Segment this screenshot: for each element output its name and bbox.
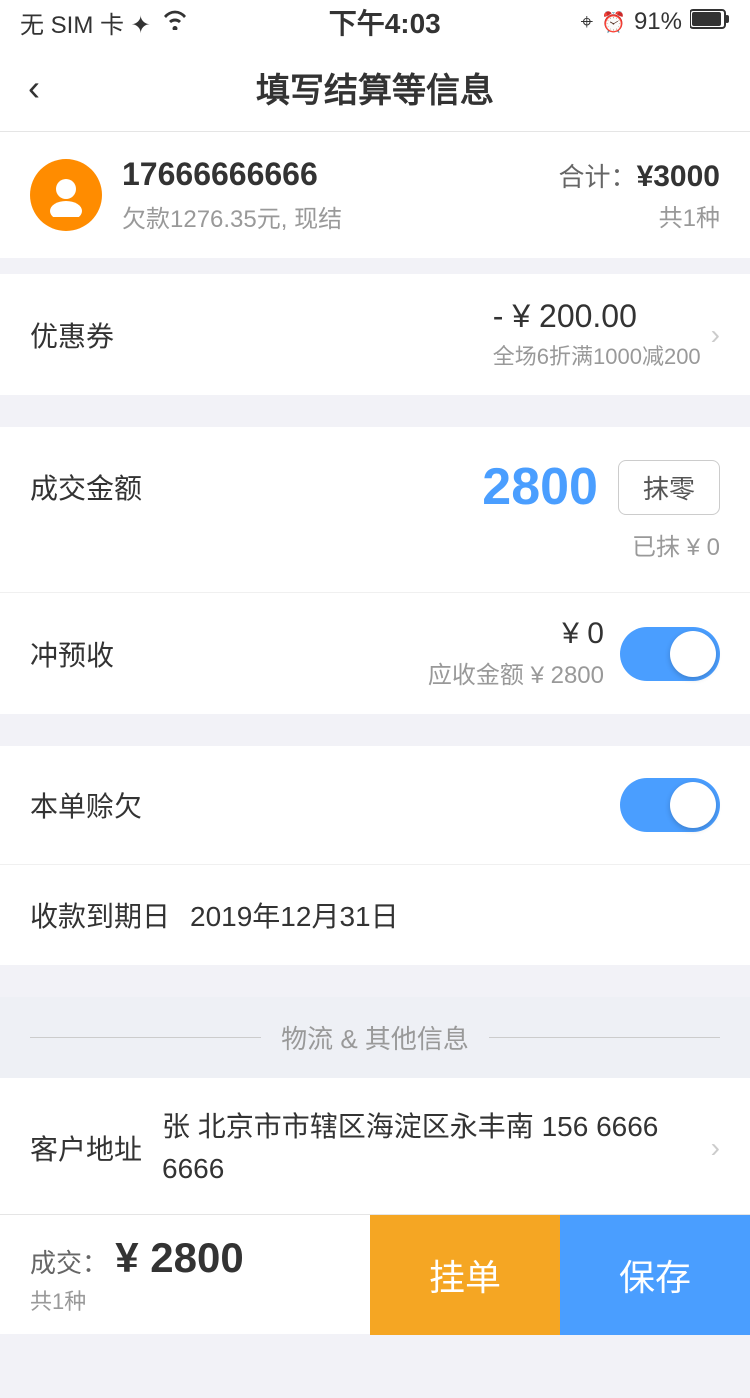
section-divider-1	[0, 411, 750, 427]
section-divider-3	[0, 965, 750, 981]
customer-info: 17666666666 欠款1276.35元, 现结	[122, 156, 342, 234]
amount-section: 成交金额 2800 抹零 已抹 ¥ 0	[0, 427, 750, 592]
logistics-line-right	[489, 1037, 720, 1038]
back-button[interactable]: ‹	[28, 67, 40, 109]
debt-label: 本单赊欠	[30, 785, 142, 825]
customer-phone: 17666666666	[122, 156, 342, 193]
round-button[interactable]: 抹零	[618, 460, 720, 515]
coupon-discount: - ¥ 200.00	[493, 298, 701, 335]
amount-label: 成交金额	[30, 467, 142, 507]
alarm-icon: ⏰	[601, 10, 626, 35]
footer-deal-label: 成交： ¥ 2800	[30, 1234, 340, 1282]
logistics-header: 物流 & 其他信息	[0, 997, 750, 1078]
debt-row: 本单赊欠	[0, 746, 750, 864]
content: 17666666666 欠款1276.35元, 现结 合计：¥3000 共1种 …	[0, 132, 750, 1398]
footer-count: 共1种	[30, 1284, 340, 1316]
amount-right: 2800 抹零	[482, 457, 720, 517]
battery-text: 91%	[634, 8, 682, 36]
debt-toggle[interactable]	[620, 778, 720, 832]
status-left: 无 SIM 卡 ✦	[20, 5, 189, 40]
address-label: 客户地址	[30, 1128, 142, 1168]
total-label: 合计：¥3000	[559, 157, 720, 194]
coupon-row[interactable]: 优惠券 - ¥ 200.00 全场6折满1000减200 ›	[0, 274, 750, 395]
address-chevron-icon: ›	[711, 1132, 720, 1164]
precollect-sub: 应收金额 ¥ 2800	[428, 655, 604, 690]
total-count: 共1种	[559, 198, 720, 233]
customer-left: 17666666666 欠款1276.35元, 现结	[30, 156, 342, 234]
due-date-label: 收款到期日	[30, 895, 170, 935]
amount-row: 成交金额 2800 抹零	[30, 457, 720, 517]
coupon-chevron-icon: ›	[711, 319, 720, 351]
customer-card: 17666666666 欠款1276.35元, 现结 合计：¥3000 共1种	[0, 132, 750, 258]
coupon-label: 优惠券	[30, 315, 114, 355]
save-button[interactable]: 保存	[560, 1215, 750, 1335]
address-row[interactable]: 客户地址 张 北京市市辖区海淀区永丰南 156 6666 6666 ›	[0, 1078, 750, 1218]
precollect-amount: ¥ 0	[428, 617, 604, 651]
footer-amount: ¥ 2800	[115, 1234, 243, 1281]
toggle-knob	[670, 631, 716, 677]
footer: 成交： ¥ 2800 共1种 挂单 保存	[0, 1214, 750, 1334]
sim-text: 无 SIM 卡 ✦	[20, 5, 151, 40]
status-right: ⌖ ⏰ 91%	[581, 8, 730, 37]
footer-info: 成交： ¥ 2800 共1种	[0, 1234, 370, 1316]
due-date-value: 2019年12月31日	[190, 895, 399, 935]
due-date-row: 收款到期日 2019年12月31日	[0, 864, 750, 965]
amount-sub: 已抹 ¥ 0	[30, 527, 720, 562]
logistics-title: 物流 & 其他信息	[281, 1019, 469, 1056]
customer-total: 合计：¥3000 共1种	[559, 157, 720, 233]
avatar	[30, 159, 102, 231]
precollect-toggle[interactable]	[620, 627, 720, 681]
hang-button[interactable]: 挂单	[370, 1215, 560, 1335]
section-divider-2	[0, 714, 750, 730]
precollect-right: ¥ 0 应收金额 ¥ 2800	[428, 617, 720, 690]
address-value: 张 北京市市辖区海淀区永丰南 156 6666 6666	[162, 1106, 691, 1190]
location-icon: ⌖	[581, 9, 593, 35]
page-title: 填写结算等信息	[256, 63, 494, 112]
precollect-amount-block: ¥ 0 应收金额 ¥ 2800	[428, 617, 604, 690]
nav-bar: ‹ 填写结算等信息	[0, 44, 750, 132]
coupon-desc: 全场6折满1000减200	[493, 339, 701, 371]
status-bar: 无 SIM 卡 ✦ 下午4:03 ⌖ ⏰ 91%	[0, 0, 750, 44]
battery-icon	[690, 8, 730, 37]
precollect-label: 冲预收	[30, 634, 114, 674]
status-time: 下午4:03	[329, 2, 441, 42]
debt-toggle-knob	[670, 782, 716, 828]
wifi-icon	[161, 8, 189, 37]
customer-debt: 欠款1276.35元, 现结	[122, 199, 342, 234]
logistics-line-left	[30, 1037, 261, 1038]
coupon-right: - ¥ 200.00 全场6折满1000减200 ›	[493, 298, 720, 371]
amount-value: 2800	[482, 457, 598, 517]
precollect-row: 冲预收 ¥ 0 应收金额 ¥ 2800	[0, 592, 750, 714]
